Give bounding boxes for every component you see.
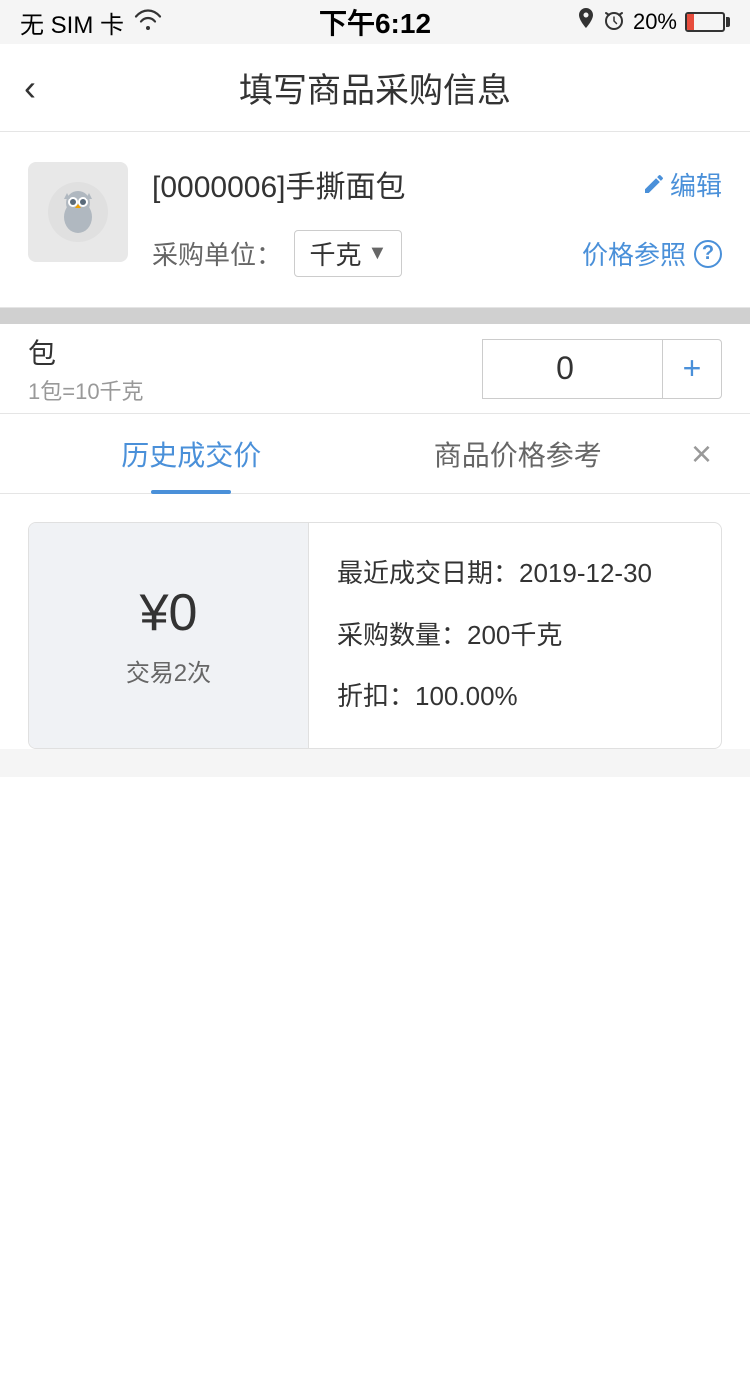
transaction-card: ¥0 交易2次 最近成交日期：2019-12-30 采购数量：200千克 折扣：…	[28, 522, 722, 749]
transaction-left: ¥0 交易2次	[29, 523, 309, 748]
quantity-input[interactable]	[482, 339, 662, 399]
quantity-plus-button[interactable]: +	[662, 339, 722, 399]
tab-price-reference[interactable]: 商品价格参考	[354, 414, 680, 494]
quantity-control: +	[482, 339, 722, 399]
transaction-qty: 采购数量：200千克	[337, 615, 693, 657]
unit-selector: 采购单位： 千克 ▼	[152, 230, 402, 277]
tab-underline	[151, 490, 231, 494]
edit-icon	[642, 172, 666, 196]
price-ref-button[interactable]: 价格参照 ?	[582, 235, 722, 272]
transaction-count: 交易2次	[126, 653, 211, 688]
transaction-date: 最近成交日期：2019-12-30	[337, 553, 693, 595]
status-bar: 无 SIM 卡 下午6:12 20%	[0, 0, 750, 44]
location-icon	[577, 8, 595, 36]
section-divider	[0, 308, 750, 324]
empty-space	[0, 777, 750, 1377]
unit-select-button[interactable]: 千克 ▼	[294, 230, 402, 277]
back-button[interactable]: ‹	[24, 67, 36, 109]
qty-unit-main: 包	[28, 332, 56, 372]
product-name: [0000006]手撕面包	[152, 162, 405, 206]
page-title: 填写商品采购信息	[239, 63, 511, 112]
unit-label: 采购单位：	[152, 240, 282, 270]
help-icon: ?	[694, 240, 722, 268]
edit-button[interactable]: 编辑	[642, 166, 722, 203]
product-image	[28, 162, 128, 262]
product-info: [0000006]手撕面包 编辑 采购单位： 千克 ▼ 价格参照 ?	[152, 162, 722, 277]
status-indicators: 20%	[577, 8, 730, 36]
bottom-panel: 历史成交价 商品价格参考 × ¥0 交易2次 最近成交日期：2019-12-30…	[0, 414, 750, 749]
carrier-text: 无 SIM 卡	[20, 5, 124, 40]
wifi-icon	[134, 8, 162, 37]
qty-unit-sub: 1包=10千克	[28, 374, 144, 406]
battery-percent: 20%	[633, 9, 677, 35]
close-button[interactable]: ×	[681, 433, 722, 475]
alarm-icon	[603, 8, 625, 36]
transaction-discount: 折扣：100.00%	[337, 676, 693, 718]
quantity-row: 包 1包=10千克 +	[0, 324, 750, 414]
unit-row: 采购单位： 千克 ▼ 价格参照 ?	[152, 230, 722, 277]
product-card: [0000006]手撕面包 编辑 采购单位： 千克 ▼ 价格参照 ?	[0, 132, 750, 308]
transaction-right: 最近成交日期：2019-12-30 采购数量：200千克 折扣：100.00%	[309, 523, 721, 748]
status-carrier: 无 SIM 卡	[20, 5, 162, 40]
nav-bar: ‹ 填写商品采购信息	[0, 44, 750, 132]
status-time: 下午6:12	[319, 2, 431, 42]
product-header: [0000006]手撕面包 编辑	[152, 162, 722, 206]
transaction-price: ¥0	[140, 583, 198, 643]
quantity-unit: 包 1包=10千克	[28, 332, 144, 406]
battery-icon	[685, 12, 730, 32]
chevron-down-icon: ▼	[367, 242, 387, 265]
tabs-row: 历史成交价 商品价格参考 ×	[0, 414, 750, 494]
tab-history-price[interactable]: 历史成交价	[28, 414, 354, 494]
